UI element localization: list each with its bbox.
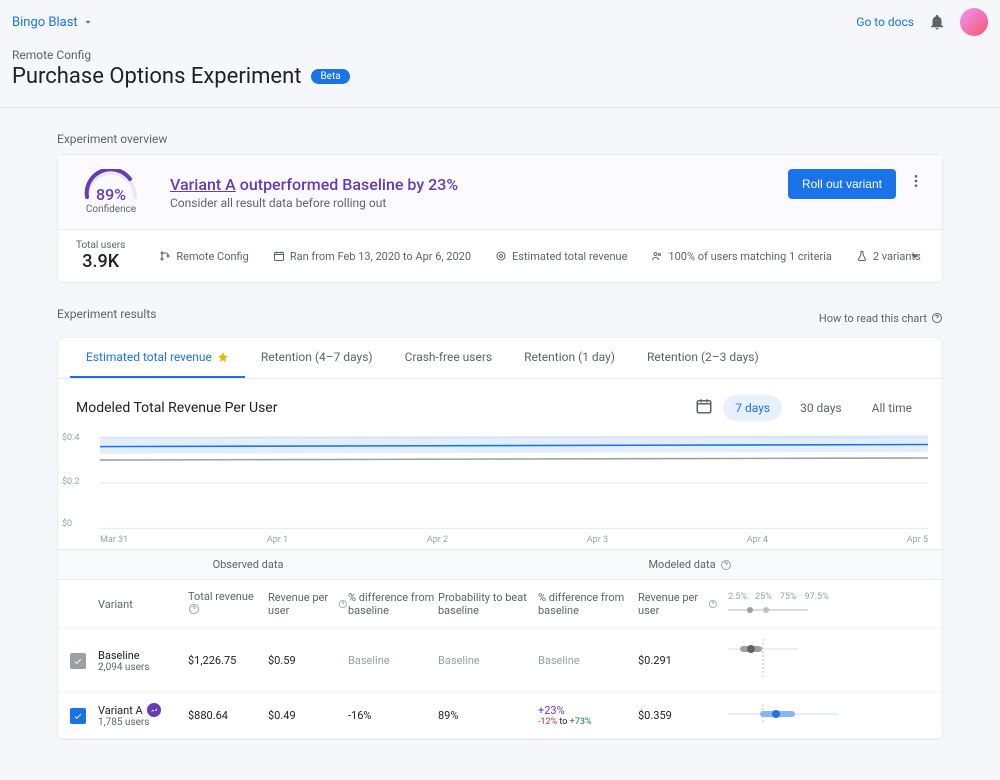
target-icon [495, 250, 507, 262]
star-icon [217, 351, 229, 363]
help-icon[interactable] [338, 598, 348, 610]
variant-checkbox-a[interactable] [70, 708, 86, 724]
distribution-baseline [718, 639, 930, 682]
calendar-icon [695, 397, 713, 415]
col-revenue-per-user2-header: Revenue per user [638, 591, 718, 617]
help-icon[interactable] [188, 603, 200, 615]
tab-retention-2-3[interactable]: Retention (2–3 days) [631, 338, 775, 378]
docs-link[interactable]: Go to docs [856, 15, 914, 29]
breadcrumb: Remote Config [12, 48, 988, 62]
range-all-time[interactable]: All time [860, 395, 924, 421]
help-icon [931, 312, 943, 324]
flask-icon [856, 250, 868, 262]
diff2-baseline: Baseline [538, 654, 638, 667]
table-header-row: Variant Total revenue Revenue per user %… [58, 580, 942, 629]
chevron-down-icon [82, 16, 94, 28]
tab-crash-free[interactable]: Crash-free users [389, 338, 509, 378]
variant-users-baseline: 2,094 users [98, 662, 188, 673]
calendar-icon [273, 250, 285, 262]
revenue-chart: $0.4 $0.2 $0 Mar 31 Apr 1 Apr 2 Apr 3 Ap… [58, 429, 942, 549]
help-icon[interactable] [708, 598, 718, 610]
prob-a: 89% [438, 709, 538, 722]
rev-per-user-a: $0.49 [268, 709, 348, 722]
confidence-label: Confidence [76, 204, 146, 215]
y-tick-0: $0.4 [62, 433, 80, 443]
help-icon[interactable] [720, 559, 732, 571]
expand-chevron-icon[interactable] [906, 247, 924, 265]
date-range-meta: Ran from Feb 13, 2020 to Apr 6, 2020 [273, 250, 471, 263]
more-options-icon[interactable] [908, 173, 924, 189]
col-variant-header: Variant [98, 598, 188, 611]
variant-checkbox-baseline[interactable] [70, 653, 86, 669]
diff-baseline: Baseline [348, 654, 438, 667]
project-switcher[interactable]: Bingo Blast [12, 15, 94, 30]
diff-a: -16% [348, 709, 438, 722]
distribution-scale-icon [728, 606, 808, 614]
col-distribution-header: 2.5% 25% 75% 97.5% [718, 592, 930, 617]
objective-meta: Estimated total revenue [495, 250, 627, 263]
metric-tabs: Estimated total revenue Retention (4–7 d… [58, 338, 942, 379]
page-title: Purchase Options Experiment [12, 64, 301, 89]
rev-per-user2-baseline: $0.291 [638, 654, 718, 667]
notification-bell-icon[interactable] [928, 13, 946, 31]
table-row-variant-a: Variant A 1,785 users $880.64 $0.49 -16%… [58, 693, 942, 739]
rev-per-user-baseline: $0.59 [268, 654, 348, 667]
y-tick-1: $0.2 [62, 477, 80, 487]
x-axis-labels: Mar 31 Apr 1 Apr 2 Apr 3 Apr 4 Apr 5 [100, 535, 928, 545]
col-diff-header: % difference from baseline [348, 591, 438, 617]
range-30-days[interactable]: 30 days [788, 395, 854, 421]
y-tick-2: $0 [62, 519, 72, 529]
col-total-revenue-header: Total revenue [188, 590, 268, 618]
users-matching-meta: 100% of users matching 1 criteria [651, 250, 831, 263]
chart-svg [100, 429, 928, 530]
confidence-value: 89% [76, 185, 146, 204]
confidence-gauge: 89% Confidence [76, 169, 146, 215]
outcome-headline: Variant A outperformed Baseline by 23% [170, 175, 458, 194]
chart-title: Modeled Total Revenue Per User [76, 400, 277, 416]
config-type-meta: Remote Config [159, 250, 248, 263]
observed-group-label: Observed data [58, 550, 438, 579]
overview-section-title: Experiment overview [57, 132, 943, 146]
outcome-subhead: Consider all result data before rolling … [170, 196, 458, 210]
beta-badge: Beta [311, 69, 349, 84]
tab-retention-4-7[interactable]: Retention (4–7 days) [245, 338, 389, 378]
variant-users-a: 1,785 users [98, 717, 188, 728]
total-users-value: 3.9K [76, 251, 125, 272]
variant-name-baseline: Baseline [98, 649, 188, 662]
overview-card: 89% Confidence Variant A outperformed Ba… [57, 154, 943, 283]
rollout-variant-button[interactable]: Roll out variant [788, 169, 896, 199]
variant-name-a: Variant A [98, 704, 143, 717]
user-avatar[interactable] [960, 8, 988, 36]
prob-baseline: Baseline [438, 654, 538, 667]
total-users-label: Total users [76, 240, 125, 251]
project-name: Bingo Blast [12, 15, 78, 30]
winner-badge-icon [147, 703, 161, 717]
check-icon [73, 711, 83, 721]
total-revenue-baseline: $1,226.75 [188, 654, 268, 667]
range-7-days[interactable]: 7 days [723, 395, 782, 421]
distribution-a [718, 704, 930, 727]
winning-variant-link[interactable]: Variant A [170, 175, 236, 194]
users-icon [651, 250, 663, 262]
col-probability-header: Probability to beat baseline [438, 591, 538, 617]
tab-retention-1[interactable]: Retention (1 day) [508, 338, 631, 378]
col-diff2-header: % difference from baseline [538, 591, 638, 617]
how-to-read-link[interactable]: How to read this chart [819, 312, 943, 325]
results-card: Estimated total revenue Retention (4–7 d… [57, 337, 943, 740]
rev-per-user2-a: $0.359 [638, 709, 718, 722]
branch-icon [159, 250, 171, 262]
tab-estimated-revenue[interactable]: Estimated total revenue [70, 338, 245, 378]
col-revenue-per-user-header: Revenue per user [268, 591, 348, 617]
column-group-header: Observed data Modeled data [58, 549, 942, 580]
results-section-title: Experiment results [57, 307, 156, 321]
total-revenue-a: $880.64 [188, 709, 268, 722]
diff2-a: +23% -12% to +73% [538, 704, 638, 727]
check-icon [73, 656, 83, 666]
modeled-group-label: Modeled data [438, 550, 942, 579]
calendar-picker-button[interactable] [691, 393, 717, 423]
table-row-baseline: Baseline 2,094 users $1,226.75 $0.59 Bas… [58, 629, 942, 693]
